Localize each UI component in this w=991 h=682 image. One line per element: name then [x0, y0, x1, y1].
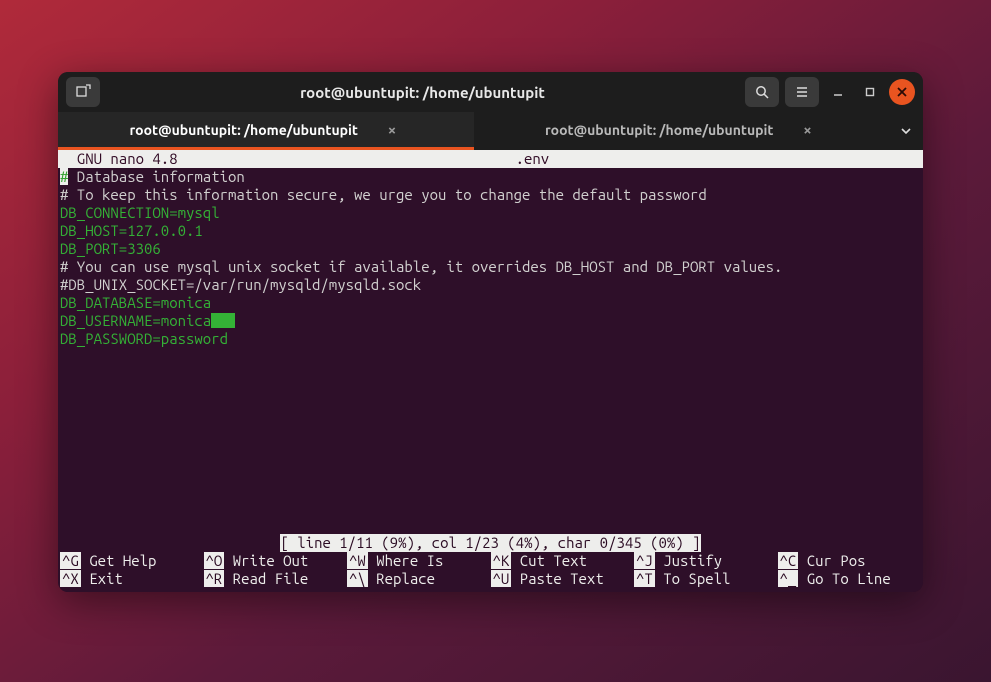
chevron-down-icon — [901, 126, 911, 136]
minimize-button[interactable] — [825, 79, 851, 105]
close-icon — [896, 86, 908, 98]
nano-header: GNU nano 4.8 .env — [58, 150, 923, 168]
help-entry: ^O Write Out — [204, 552, 348, 570]
nano-status-line: [ line 1/11 (9%), col 1/23 (4%), char 0/… — [58, 534, 923, 552]
minimize-icon — [832, 86, 844, 98]
search-icon — [754, 84, 770, 100]
new-tab-button[interactable] — [66, 77, 100, 107]
tabbar: root@ubuntupit: /home/ubuntupit × root@u… — [58, 112, 923, 150]
editor-line: DB_DATABASE=monica — [60, 294, 921, 312]
cursor — [211, 313, 235, 328]
close-button[interactable] — [889, 79, 915, 105]
menu-button[interactable] — [785, 77, 819, 107]
terminal-window: root@ubuntupit: /home/ubuntupit — [58, 72, 923, 592]
titlebar: root@ubuntupit: /home/ubuntupit — [58, 72, 923, 112]
nano-app-name: GNU nano 4.8 — [60, 150, 178, 168]
editor-line: # You can use mysql unix socket if avail… — [60, 258, 921, 276]
tab-close-button[interactable]: × — [797, 121, 817, 138]
nano-help-bar: ^G Get Help^O Write Out^W Where Is^K Cut… — [58, 552, 923, 592]
editor-line: DB_HOST=127.0.0.1 — [60, 222, 921, 240]
help-entry: ^W Where Is — [347, 552, 491, 570]
editor-line: DB_CONNECTION=mysql — [60, 204, 921, 222]
help-entry: ^C Cur Pos — [778, 552, 922, 570]
terminal-content[interactable]: GNU nano 4.8 .env # Database information… — [58, 150, 923, 592]
search-button[interactable] — [745, 77, 779, 107]
editor-line: # To keep this information secure, we ur… — [60, 186, 921, 204]
hamburger-icon — [794, 84, 810, 100]
editor-line: DB_USERNAME=monica — [60, 312, 921, 330]
help-entry: ^_ Go To Line — [778, 570, 922, 588]
help-entry: ^U Paste Text — [491, 570, 635, 588]
maximize-button[interactable] — [857, 79, 883, 105]
editor-line: #DB_UNIX_SOCKET=/var/run/mysqld/mysqld.s… — [60, 276, 921, 294]
new-tab-icon — [75, 84, 91, 100]
tab-1[interactable]: root@ubuntupit: /home/ubuntupit × — [58, 112, 474, 150]
maximize-icon — [864, 86, 876, 98]
nano-editor-body[interactable]: # Database information# To keep this inf… — [58, 168, 923, 534]
editor-line: # Database information — [60, 168, 921, 186]
help-entry: ^K Cut Text — [491, 552, 635, 570]
tab-label: root@ubuntupit: /home/ubuntupit — [130, 122, 358, 138]
editor-line: DB_PORT=3306 — [60, 240, 921, 258]
help-entry: ^\ Replace — [347, 570, 491, 588]
tab-2[interactable]: root@ubuntupit: /home/ubuntupit × — [474, 112, 890, 150]
help-entry: ^G Get Help — [60, 552, 204, 570]
tab-dropdown-button[interactable] — [889, 112, 923, 150]
help-entry: ^X Exit — [60, 570, 204, 588]
tab-close-button[interactable]: × — [382, 121, 402, 138]
editor-line: DB_PASSWORD=password — [60, 330, 921, 348]
nano-filename: .env — [516, 150, 550, 168]
help-entry: ^J Justify — [634, 552, 778, 570]
tab-label: root@ubuntupit: /home/ubuntupit — [545, 122, 773, 138]
window-title: root@ubuntupit: /home/ubuntupit — [100, 84, 745, 101]
help-entry: ^T To Spell — [634, 570, 778, 588]
help-entry: ^R Read File — [204, 570, 348, 588]
